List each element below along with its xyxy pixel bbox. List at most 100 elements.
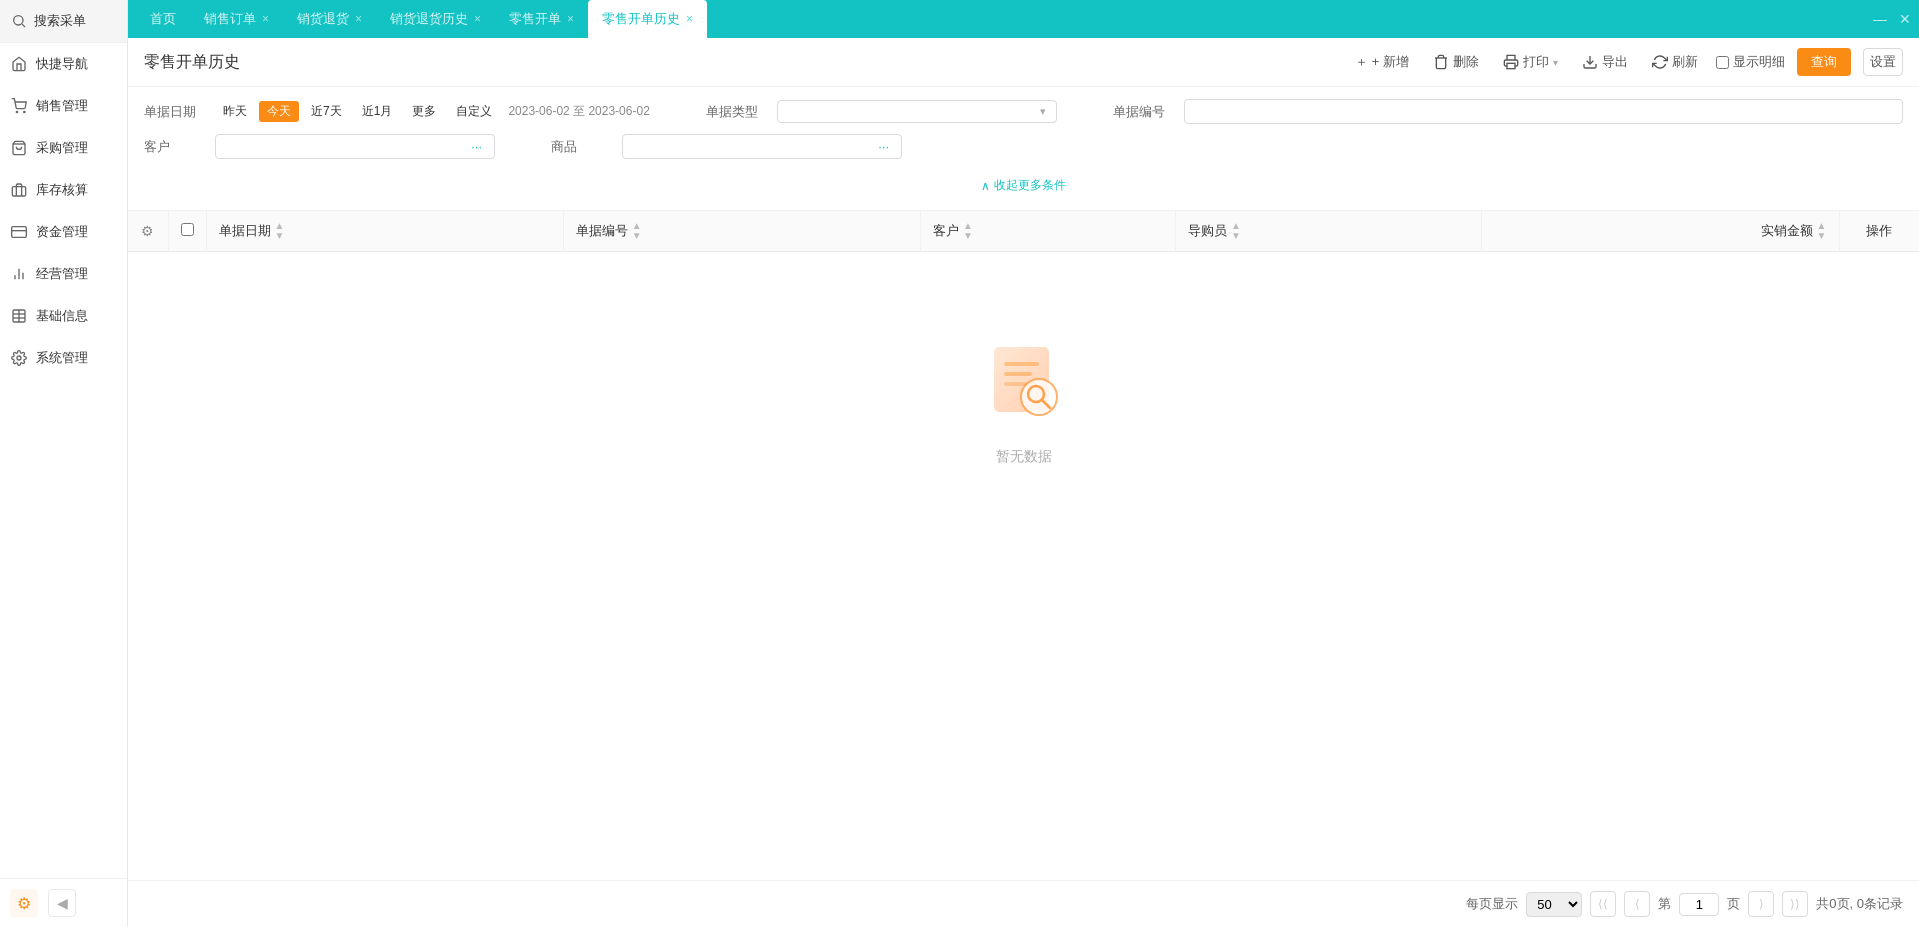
per-page-select[interactable]: 50 10 20 100 <box>1526 892 1582 917</box>
th-guide[interactable]: 导购员 ▲▼ <box>1176 211 1482 252</box>
print-button[interactable]: 打印 ▾ <box>1497 49 1564 75</box>
print-dropdown-icon[interactable]: ▾ <box>1553 57 1558 68</box>
goods-dots[interactable]: ··· <box>874 139 893 154</box>
sidebar-item-label: 库存核算 <box>36 181 88 199</box>
tab-retail-open-history-label: 零售开单历史 <box>602 10 680 28</box>
th-doc-number-sort[interactable]: 单据编号 ▲▼ <box>576 221 908 241</box>
tab-sales-return-label: 销货退货 <box>297 10 349 28</box>
tab-sales-order-close[interactable]: × <box>262 12 269 26</box>
display-detail-checkbox[interactable]: 显示明细 <box>1716 53 1785 71</box>
date-range-text: 2023-06-02 至 2023-06-02 <box>508 103 649 120</box>
export-button[interactable]: 导出 <box>1576 49 1634 75</box>
sidebar: 搜索采单 快捷导航 销售管理 采购管理 库存核算 资金管理 经营 <box>0 0 128 927</box>
page-number-input[interactable] <box>1679 893 1719 916</box>
select-all-checkbox[interactable] <box>181 223 194 236</box>
th-doc-date-sort[interactable]: 单据日期 ▲▼ <box>219 221 551 241</box>
tab-retail-open[interactable]: 零售开单 × <box>495 0 588 38</box>
date-shortcut-today[interactable]: 今天 <box>259 101 299 122</box>
tab-sales-order[interactable]: 销售订单 × <box>190 0 283 38</box>
sort-icon: ▲▼ <box>963 221 973 241</box>
date-shortcut-more[interactable]: 更多 <box>404 101 444 122</box>
trash-icon <box>1433 54 1449 71</box>
th-guide-sort[interactable]: 导购员 ▲▼ <box>1188 221 1469 241</box>
sidebar-item-label: 基础信息 <box>36 307 88 325</box>
window-minimize-button[interactable]: — <box>1873 11 1887 27</box>
svg-rect-19 <box>1004 362 1039 366</box>
doc-number-label: 单据编号 <box>1113 103 1168 121</box>
sidebar-collapse-button[interactable]: ◀ <box>48 889 76 917</box>
add-label: + 新增 <box>1372 53 1409 71</box>
sidebar-search[interactable]: 搜索采单 <box>0 0 127 43</box>
query-button[interactable]: 查询 <box>1797 48 1851 76</box>
svg-rect-5 <box>12 187 25 196</box>
th-amount-sort[interactable]: 实销金额 ▲▼ <box>1494 221 1826 241</box>
tab-retail-open-close[interactable]: × <box>567 12 574 26</box>
delete-label: 删除 <box>1453 53 1479 71</box>
goods-input[interactable]: ··· <box>622 134 902 159</box>
svg-rect-20 <box>1004 372 1032 376</box>
sidebar-item-operations[interactable]: 经营管理 <box>0 253 127 295</box>
total-info: 共0页, 0条记录 <box>1816 895 1903 913</box>
th-doc-date-label: 单据日期 <box>219 222 271 240</box>
sort-icon: ▲▼ <box>1231 221 1241 241</box>
pagination: 每页显示 50 10 20 100 ⟨⟨ ⟨ 第 页 ⟩ ⟩⟩ 共0页, 0条记… <box>128 880 1919 927</box>
sidebar-item-sys-mgmt[interactable]: 系统管理 <box>0 337 127 379</box>
tab-home[interactable]: 首页 <box>136 0 190 38</box>
th-amount[interactable]: 实销金额 ▲▼ <box>1482 211 1839 252</box>
refresh-button[interactable]: 刷新 <box>1646 49 1704 75</box>
filter-row-1: 单据日期 昨天 今天 近7天 近1月 更多 自定义 2023-06-02 至 2… <box>144 99 1903 124</box>
tab-sales-return[interactable]: 销货退货 × <box>283 0 376 38</box>
th-doc-date[interactable]: 单据日期 ▲▼ <box>206 211 563 252</box>
customer-input[interactable]: ··· <box>215 134 495 159</box>
window-close-button[interactable]: ✕ <box>1899 11 1911 27</box>
collapse-row: ∧ 收起更多条件 <box>144 169 1903 198</box>
date-shortcut-yesterday[interactable]: 昨天 <box>215 101 255 122</box>
settings-icon <box>10 349 28 367</box>
per-page-label: 每页显示 <box>1466 895 1518 913</box>
th-actions: 操作 <box>1839 211 1919 252</box>
th-checkbox[interactable] <box>168 211 206 252</box>
add-icon: ＋ <box>1355 53 1368 71</box>
th-customer-label: 客户 <box>933 222 959 240</box>
first-page-button[interactable]: ⟨⟨ <box>1590 891 1616 917</box>
date-shortcut-1month[interactable]: 近1月 <box>354 101 401 122</box>
page-header: 零售开单历史 ＋ + 新增 删除 打印 ▾ <box>128 38 1919 87</box>
sidebar-item-sales-mgmt[interactable]: 销售管理 <box>0 85 127 127</box>
last-page-button[interactable]: ⟩⟩ <box>1782 891 1808 917</box>
settings-button[interactable]: 设置 <box>1863 48 1903 76</box>
th-doc-number[interactable]: 单据编号 ▲▼ <box>563 211 920 252</box>
goods-label: 商品 <box>551 138 606 156</box>
th-customer-sort[interactable]: 客户 ▲▼ <box>933 221 1163 241</box>
export-label: 导出 <box>1602 53 1628 71</box>
content-area: 零售开单历史 ＋ + 新增 删除 打印 ▾ <box>128 38 1919 927</box>
sidebar-item-basic-info[interactable]: 基础信息 <box>0 295 127 337</box>
tab-sales-return-history[interactable]: 销货退货历史 × <box>376 0 495 38</box>
doc-type-select[interactable]: ▾ <box>777 100 1057 123</box>
customer-dots[interactable]: ··· <box>467 139 486 154</box>
sidebar-item-purchase-mgmt[interactable]: 采购管理 <box>0 127 127 169</box>
sidebar-item-finance[interactable]: 资金管理 <box>0 211 127 253</box>
tab-retail-open-history-close[interactable]: × <box>686 12 693 26</box>
settings-label: 设置 <box>1870 53 1896 71</box>
sort-icon: ▲▼ <box>275 221 285 241</box>
th-amount-label: 实销金额 <box>1761 222 1813 240</box>
display-detail-check[interactable] <box>1716 56 1729 69</box>
delete-button[interactable]: 删除 <box>1427 49 1485 75</box>
display-detail-label-text: 显示明细 <box>1733 53 1785 71</box>
tab-sales-return-close[interactable]: × <box>355 12 362 26</box>
date-shortcut-7days[interactable]: 近7天 <box>303 101 350 122</box>
doc-number-input[interactable] <box>1184 99 1903 124</box>
add-button[interactable]: ＋ + 新增 <box>1349 49 1415 75</box>
th-settings[interactable]: ⚙ <box>128 211 168 252</box>
collapse-button[interactable]: ∧ 收起更多条件 <box>973 173 1074 198</box>
th-customer[interactable]: 客户 ▲▼ <box>921 211 1176 252</box>
next-page-button[interactable]: ⟩ <box>1748 891 1774 917</box>
main-content: 首页 销售订单 × 销货退货 × 销货退货历史 × 零售开单 × 零售开单历史 … <box>128 0 1919 927</box>
sidebar-item-quick-nav[interactable]: 快捷导航 <box>0 43 127 85</box>
sidebar-item-inventory[interactable]: 库存核算 <box>0 169 127 211</box>
tab-sales-return-history-close[interactable]: × <box>474 12 481 26</box>
tab-retail-open-history[interactable]: 零售开单历史 × <box>588 0 707 38</box>
date-shortcut-custom[interactable]: 自定义 <box>448 101 500 122</box>
gear-button[interactable]: ⚙ <box>10 889 38 917</box>
prev-page-button[interactable]: ⟨ <box>1624 891 1650 917</box>
